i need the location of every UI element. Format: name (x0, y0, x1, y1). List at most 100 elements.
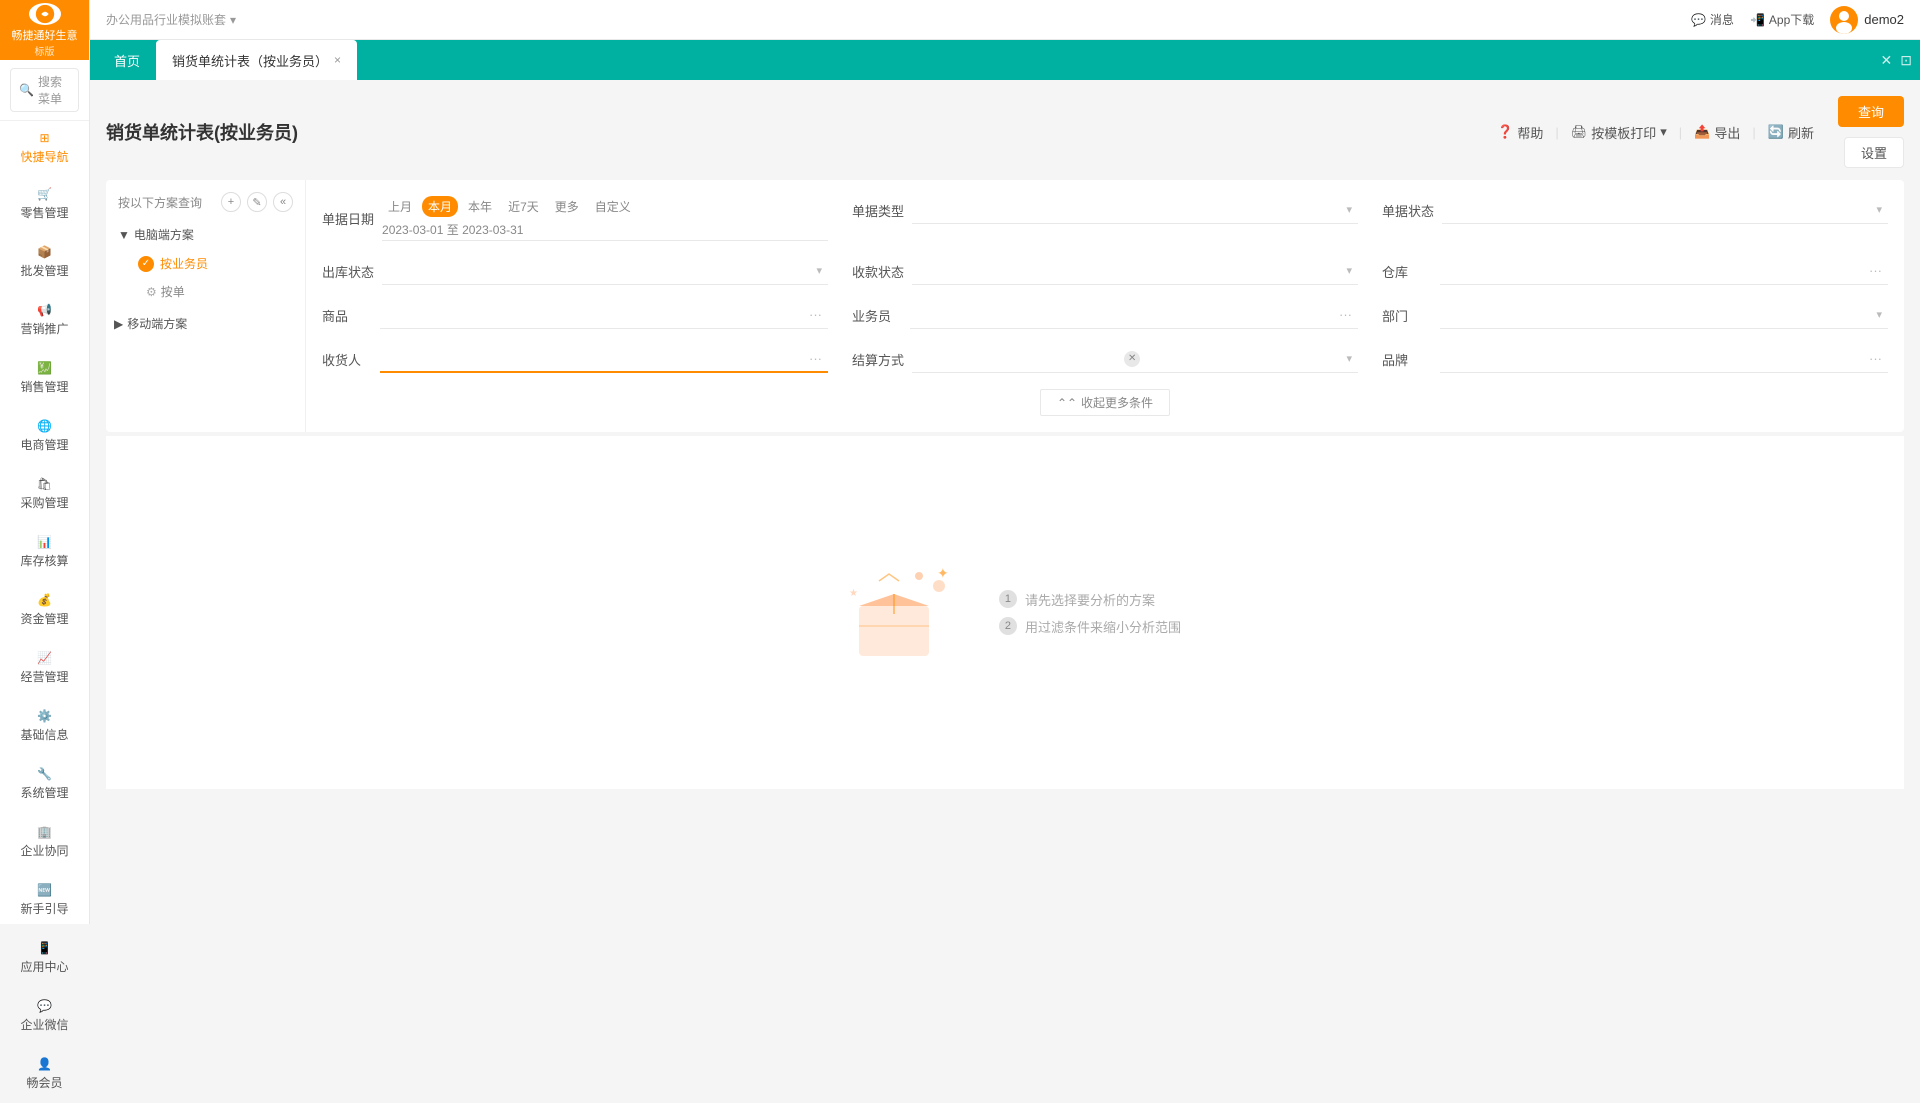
scheme-group-desktop-title[interactable]: ▼ 电脑端方案 (114, 220, 297, 249)
goods-more-icon[interactable]: ··· (809, 307, 822, 322)
brand-input[interactable]: ··· (1440, 345, 1888, 373)
sidebar-item-finance[interactable]: 💰 资金管理 (0, 581, 89, 639)
warehouse-input[interactable]: ··· (1440, 257, 1888, 285)
system-icon: 🔧 (37, 767, 52, 781)
tabs-bar-right: ✕ ⊡ (1881, 52, 1912, 69)
right-panel: 单据日期 上月 本月 本年 近7天 更多 自定义 2023-03-01 至 20… (306, 180, 1904, 432)
search-menu-button[interactable]: 🔍 搜索菜单 (10, 68, 79, 112)
date-tabs: 上月 本月 本年 近7天 更多 自定义 (382, 196, 828, 217)
refresh-button[interactable]: 🔄 刷新 (1768, 123, 1814, 142)
sidebar-item-sales[interactable]: 💹 销售管理 (0, 349, 89, 407)
marketing-label: 营销推广 (20, 320, 68, 337)
payment-input[interactable]: ✕ ▾ (912, 345, 1358, 373)
collect-status-input[interactable]: ▾ (912, 257, 1358, 285)
sidebar-item-retail[interactable]: 🛒 零售管理 (0, 175, 89, 233)
sidebar-item-wechat[interactable]: 💬 企业微信 (0, 987, 89, 1045)
filter-payment: 结算方式 ✕ ▾ (852, 345, 1358, 373)
sidebar-item-member[interactable]: 👤 畅会员 (0, 1045, 89, 1103)
app-download-button[interactable]: 📲 App下载 (1750, 11, 1814, 28)
out-status-dropdown-icon: ▾ (816, 264, 822, 277)
add-scheme-button[interactable]: + (221, 192, 241, 212)
filter-doc-status: 单据状态 ▾ (1382, 196, 1888, 224)
mobile-group-label: 移动端方案 (127, 315, 187, 332)
goods-input[interactable]: ··· (380, 301, 828, 329)
date-tab-custom[interactable]: 自定义 (589, 196, 637, 217)
filter-goods: 商品 ··· (322, 301, 828, 329)
scheme-group-mobile-title[interactable]: ▶ 移动端方案 (106, 309, 305, 338)
doc-type-input[interactable]: ▾ (912, 196, 1358, 224)
filter-warehouse: 仓库 ··· (1382, 257, 1888, 285)
sidebar-item-inventory[interactable]: 📊 库存核算 (0, 523, 89, 581)
query-button[interactable]: 查询 (1838, 96, 1904, 127)
collect-status-dropdown-icon: ▾ (1346, 264, 1352, 277)
message-button[interactable]: 💬 消息 (1691, 11, 1734, 28)
collapse-button[interactable]: ⌃⌃ 收起更多条件 (1040, 389, 1170, 416)
empty-state-container: ✦ ★ 1 请先选择要分析的方案 2 用过滤条件来缩小分析范围 (106, 436, 1904, 789)
settings-button[interactable]: 设置 (1844, 137, 1904, 168)
sidebar-item-basic[interactable]: ⚙️ 基础信息 (0, 697, 89, 755)
sidebar-item-system[interactable]: 🔧 系统管理 (0, 755, 89, 813)
help-icon: ❓ (1497, 124, 1513, 140)
receiver-input[interactable]: ··· (380, 345, 828, 373)
warehouse-more-icon[interactable]: ··· (1869, 263, 1882, 278)
operations-icon: 📈 (37, 651, 52, 665)
inventory-label: 库存核算 (20, 552, 68, 569)
page-toolbar: ❓ 帮助 | 🖨 按模板打印 ▾ | 📤 导出 | 🔄 刷新 (1497, 96, 1904, 168)
department-input[interactable]: ▾ (1440, 301, 1888, 329)
receiver-more-icon[interactable]: ··· (809, 351, 822, 366)
appcenter-icon: 📱 (37, 941, 52, 955)
date-range-text[interactable]: 2023-03-01 至 2023-03-31 (382, 221, 828, 241)
help-button[interactable]: ❓ 帮助 (1497, 123, 1543, 142)
date-tab-more[interactable]: 更多 (549, 196, 585, 217)
date-tab-thismonth[interactable]: 本月 (422, 196, 458, 217)
scheme-item-order[interactable]: ⚙ 按单 (114, 278, 297, 305)
hint-text-1: 请先选择要分析的方案 (1025, 590, 1155, 609)
sidebar-item-newuser[interactable]: 🆕 新手引导 (0, 871, 89, 929)
sidebar-item-purchase[interactable]: 🛍 采购管理 (0, 465, 89, 523)
scheme-label-order: 按单 (161, 283, 185, 300)
salesman-input[interactable]: ··· (910, 301, 1358, 329)
brand-label: 品牌 (1382, 350, 1432, 369)
out-status-input[interactable]: ▾ (382, 257, 828, 285)
hint-item-1: 1 请先选择要分析的方案 (999, 590, 1181, 609)
breadcrumb-dropdown-icon[interactable]: ▾ (230, 13, 236, 27)
sidebar-item-marketing[interactable]: 📢 营销推广 (0, 291, 89, 349)
tab-maximize-icon[interactable]: ⊡ (1900, 52, 1912, 69)
salesman-label: 业务员 (852, 306, 902, 325)
filter-doc-type: 单据类型 ▾ (852, 196, 1358, 224)
tab-close-window-icon[interactable]: ✕ (1881, 52, 1893, 69)
sidebar-item-ecommerce[interactable]: 🌐 电商管理 (0, 407, 89, 465)
date-range-wrap: 上月 本月 本年 近7天 更多 自定义 2023-03-01 至 2023-03… (382, 196, 828, 241)
date-tab-thisyear[interactable]: 本年 (462, 196, 498, 217)
doc-status-input[interactable]: ▾ (1442, 196, 1888, 224)
sidebar-item-operations[interactable]: 📈 经营管理 (0, 639, 89, 697)
brand-more-icon[interactable]: ··· (1869, 351, 1882, 366)
sidebar-item-enterprise[interactable]: 🏢 企业协同 (0, 813, 89, 871)
department-dropdown-icon: ▾ (1876, 308, 1882, 321)
sidebar-item-quicknav[interactable]: ⊞ 快捷导航 (0, 121, 89, 175)
date-tab-lastmonth[interactable]: 上月 (382, 196, 418, 217)
collect-status-label: 收款状态 (852, 262, 904, 281)
filter-department: 部门 ▾ (1382, 301, 1888, 329)
tab-sales-stats[interactable]: 销货单统计表（按业务员） × (156, 40, 357, 80)
scheme-item-salesman[interactable]: ✓ 按业务员 (114, 249, 297, 278)
salesman-more-icon[interactable]: ··· (1339, 307, 1352, 322)
tab-close-icon[interactable]: × (334, 54, 341, 66)
collapse-panel-button[interactable]: « (273, 192, 293, 212)
sidebar: 畅捷通好生意 标版 🔍 搜索菜单 ⊞ 快捷导航 🛒 零售管理 📦 批发管理 📢 … (0, 0, 90, 924)
tab-home[interactable]: 首页 (98, 40, 156, 80)
date-tab-7days[interactable]: 近7天 (502, 196, 545, 217)
user-profile[interactable]: demo2 (1830, 6, 1904, 34)
payment-clear-button[interactable]: ✕ (1124, 351, 1140, 367)
print-icon: 🖨 (1571, 124, 1588, 140)
sidebar-item-appcenter[interactable]: 📱 应用中心 (0, 929, 89, 987)
quicknav-label: 快捷导航 (20, 148, 68, 165)
page-title-bar: 销货单统计表(按业务员) ❓ 帮助 | 🖨 按模板打印 ▾ | 📤 导出 | (106, 96, 1904, 168)
template-print-button[interactable]: 🖨 按模板打印 ▾ (1571, 123, 1667, 142)
export-button[interactable]: 📤 导出 (1694, 123, 1740, 142)
edit-scheme-button[interactable]: ✎ (247, 192, 267, 212)
toolbar-divider-3: | (1752, 125, 1755, 140)
message-icon: 💬 (1691, 13, 1706, 27)
wholesale-label: 批发管理 (20, 262, 68, 279)
sidebar-item-wholesale[interactable]: 📦 批发管理 (0, 233, 89, 291)
